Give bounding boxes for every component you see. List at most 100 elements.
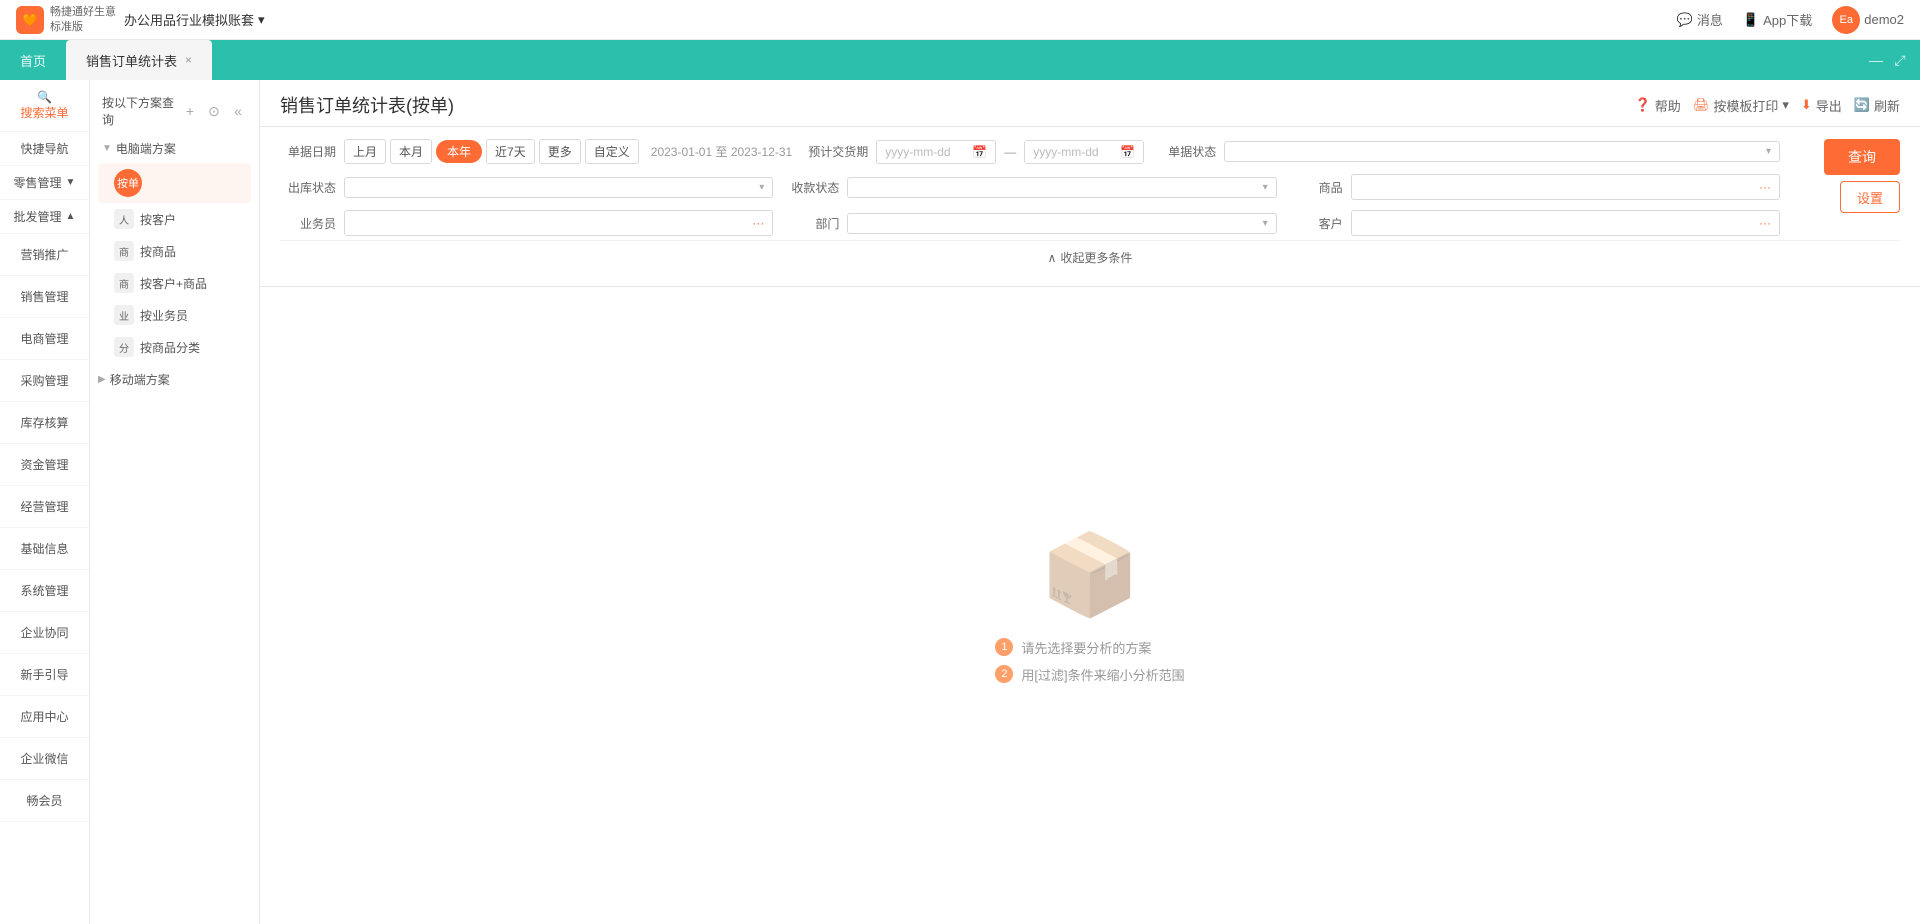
scheme-item-by-order[interactable]: 按单 [98, 163, 251, 203]
export-button[interactable]: ⬇ 导出 [1801, 96, 1842, 115]
out-status-dropdown-icon: ▾ [759, 182, 764, 193]
tab-sales-order-stats[interactable]: 销售订单统计表 × [66, 40, 212, 80]
window-controls: — ⤢ [1868, 52, 1920, 68]
sidebar-item-retail[interactable]: 零售管理 ▼ [0, 166, 89, 200]
sidebar-item-ecommerce[interactable]: 电商管理 [0, 318, 89, 360]
pc-scheme-section: ▼ 电脑端方案 按单 人 按客户 商 按商品 商 按客户+商品 [90, 134, 259, 363]
sidebar-item-inventory[interactable]: 库存核算 [0, 402, 89, 444]
department-label: 部门 [783, 215, 839, 232]
maximize-icon[interactable]: ⤢ [1892, 52, 1908, 68]
scheme-item-by-customer-goods[interactable]: 商 按客户+商品 [98, 267, 251, 299]
sidebar-item-system[interactable]: 系统管理 [0, 570, 89, 612]
edit-scheme-icon[interactable]: ⊙ [205, 102, 223, 120]
sidebar-item-member[interactable]: 畅会员 [0, 780, 89, 822]
goods-more-icon[interactable]: ··· [1759, 180, 1771, 194]
sidebar-item-purchase[interactable]: 采购管理 [0, 360, 89, 402]
goods-input[interactable]: ··· [1351, 174, 1780, 200]
sidebar-item-operations[interactable]: 经营管理 [0, 486, 89, 528]
sidebar-item-guide[interactable]: 新手引导 [0, 654, 89, 696]
date-btn-last-month[interactable]: 上月 [344, 139, 386, 164]
date-btn-custom[interactable]: 自定义 [585, 139, 639, 164]
chevron-up-icon: ▲ [66, 211, 76, 222]
customer-goods-scheme-icon: 商 [114, 273, 134, 293]
sidebar-item-enterprise-wechat[interactable]: 企业微信 [0, 738, 89, 780]
nav-tabs: 首页 销售订单统计表 × — ⤢ [0, 40, 1920, 80]
template-print-button[interactable]: 🖨 按模板打印 ▾ [1693, 96, 1789, 115]
sidebar-item-enterprise[interactable]: 企业协同 [0, 612, 89, 654]
scheme-item-by-salesman[interactable]: 业 按业务员 [98, 299, 251, 331]
settings-button[interactable]: 设置 [1840, 181, 1900, 213]
salesman-label: 业务员 [280, 215, 336, 232]
out-status-select[interactable]: ▾ [344, 177, 773, 198]
out-status-filter: 出库状态 ▾ [280, 174, 773, 200]
date-btn-this-year[interactable]: 本年 [436, 140, 482, 163]
department-filter: 部门 ▾ [783, 210, 1276, 236]
status-select[interactable]: ▾ [1224, 141, 1780, 162]
close-tab-icon[interactable]: × [185, 53, 192, 67]
scheme-item-by-goods[interactable]: 商 按商品 [98, 235, 251, 267]
date-btn-more[interactable]: 更多 [539, 139, 581, 164]
expected-date-start[interactable]: yyyy-mm-dd 📅 [876, 140, 996, 164]
tab-home[interactable]: 首页 [0, 40, 66, 80]
collapse-scheme-icon[interactable]: « [229, 102, 247, 120]
scheme-item-by-category[interactable]: 分 按商品分类 [98, 331, 251, 363]
goods-scheme-icon: 商 [114, 241, 134, 261]
app-download-button[interactable]: 📱 App下载 [1743, 10, 1812, 29]
date-btn-this-month[interactable]: 本月 [390, 139, 432, 164]
message-icon: 💬 [1677, 12, 1693, 28]
customer-more-icon[interactable]: ··· [1759, 216, 1771, 230]
help-button[interactable]: ❓ 帮助 [1635, 96, 1681, 115]
sidebar-item-basic-info[interactable]: 基础信息 [0, 528, 89, 570]
sidebar-item-quick-nav[interactable]: 快捷导航 [0, 132, 89, 166]
empty-state: 📦 1 请先选择要分析的方案 2 用[过滤]条件来缩小分析范围 [260, 287, 1920, 924]
company-name: 办公用品行业模拟账套 [124, 10, 254, 29]
filter-top-row: 单据日期 上月 本月 本年 近7天 更多 自定义 2023-01-01 至 20… [280, 139, 1900, 236]
user-menu[interactable]: Ea demo2 [1832, 6, 1904, 34]
refresh-button[interactable]: 🔄 刷新 [1854, 96, 1900, 115]
date-btn-7days[interactable]: 近7天 [486, 139, 535, 164]
sidebar-item-app-center[interactable]: 应用中心 [0, 696, 89, 738]
scheme-item-by-customer[interactable]: 人 按客户 [98, 203, 251, 235]
top-bar: 🧡 畅捷通好生意 标准版 办公用品行业模拟账套 ▾ 💬 消息 📱 App下载 E… [0, 0, 1920, 40]
page-actions: ❓ 帮助 🖨 按模板打印 ▾ ⬇ 导出 🔄 刷新 [1635, 96, 1900, 115]
pc-section-header[interactable]: ▼ 电脑端方案 [98, 134, 251, 163]
calendar-icon-2: 📅 [1120, 145, 1135, 159]
status-dropdown-icon: ▾ [1766, 146, 1771, 157]
salesman-input[interactable]: ··· [344, 210, 773, 236]
date-btn-group: 上月 本月 本年 近7天 更多 自定义 [344, 139, 639, 164]
sidebar-item-finance[interactable]: 资金管理 [0, 444, 89, 486]
empty-tip-2: 2 用[过滤]条件来缩小分析范围 [995, 665, 1184, 684]
salesman-more-icon[interactable]: ··· [752, 216, 764, 230]
expected-date-end[interactable]: yyyy-mm-dd 📅 [1024, 140, 1144, 164]
minimize-icon[interactable]: — [1868, 52, 1884, 68]
filter-row-1: 单据日期 上月 本月 本年 近7天 更多 自定义 2023-01-01 至 20… [280, 139, 1780, 164]
message-button[interactable]: 💬 消息 [1677, 10, 1723, 29]
company-selector[interactable]: 办公用品行业模拟账套 ▾ [124, 10, 265, 29]
print-icon: 🖨 [1693, 97, 1710, 113]
sidebar-search[interactable]: 🔍 搜索菜单 [0, 80, 89, 132]
collapse-bar[interactable]: ∧ 收起更多条件 [280, 240, 1900, 274]
receive-status-select[interactable]: ▾ [847, 177, 1276, 198]
filter-area: 单据日期 上月 本月 本年 近7天 更多 自定义 2023-01-01 至 20… [260, 127, 1920, 287]
customer-input[interactable]: ··· [1351, 210, 1780, 236]
expected-date-filter: 预计交货期 yyyy-mm-dd 📅 — yyyy-mm-dd 📅 [808, 140, 1144, 164]
status-label: 单据状态 [1160, 143, 1216, 160]
customer-filter: 客户 ··· [1287, 210, 1780, 236]
scheme-panel-title: 按以下方案查询 [102, 94, 181, 128]
filter-left: 单据日期 上月 本月 本年 近7天 更多 自定义 2023-01-01 至 20… [280, 139, 1780, 236]
mobile-section-arrow: ▶ [98, 374, 106, 385]
export-icon: ⬇ [1801, 97, 1812, 113]
query-button[interactable]: 查询 [1824, 139, 1900, 175]
mobile-section[interactable]: ▶ 移动端方案 [90, 367, 259, 392]
goods-filter: 商品 ··· [1287, 174, 1780, 200]
scheme-panel-header: 按以下方案查询 + ⊙ « [90, 88, 259, 134]
sidebar-item-sales[interactable]: 销售管理 [0, 276, 89, 318]
add-scheme-icon[interactable]: + [181, 102, 199, 120]
sidebar-item-wholesale[interactable]: 批发管理 ▲ [0, 200, 89, 234]
sidebar-item-marketing[interactable]: 营销推广 [0, 234, 89, 276]
tip-num-2: 2 [995, 665, 1013, 683]
department-select[interactable]: ▾ [847, 213, 1276, 234]
empty-tip-1: 1 请先选择要分析的方案 [995, 638, 1184, 657]
avatar: Ea [1832, 6, 1860, 34]
logo-text: 畅捷通好生意 标准版 [50, 5, 116, 34]
